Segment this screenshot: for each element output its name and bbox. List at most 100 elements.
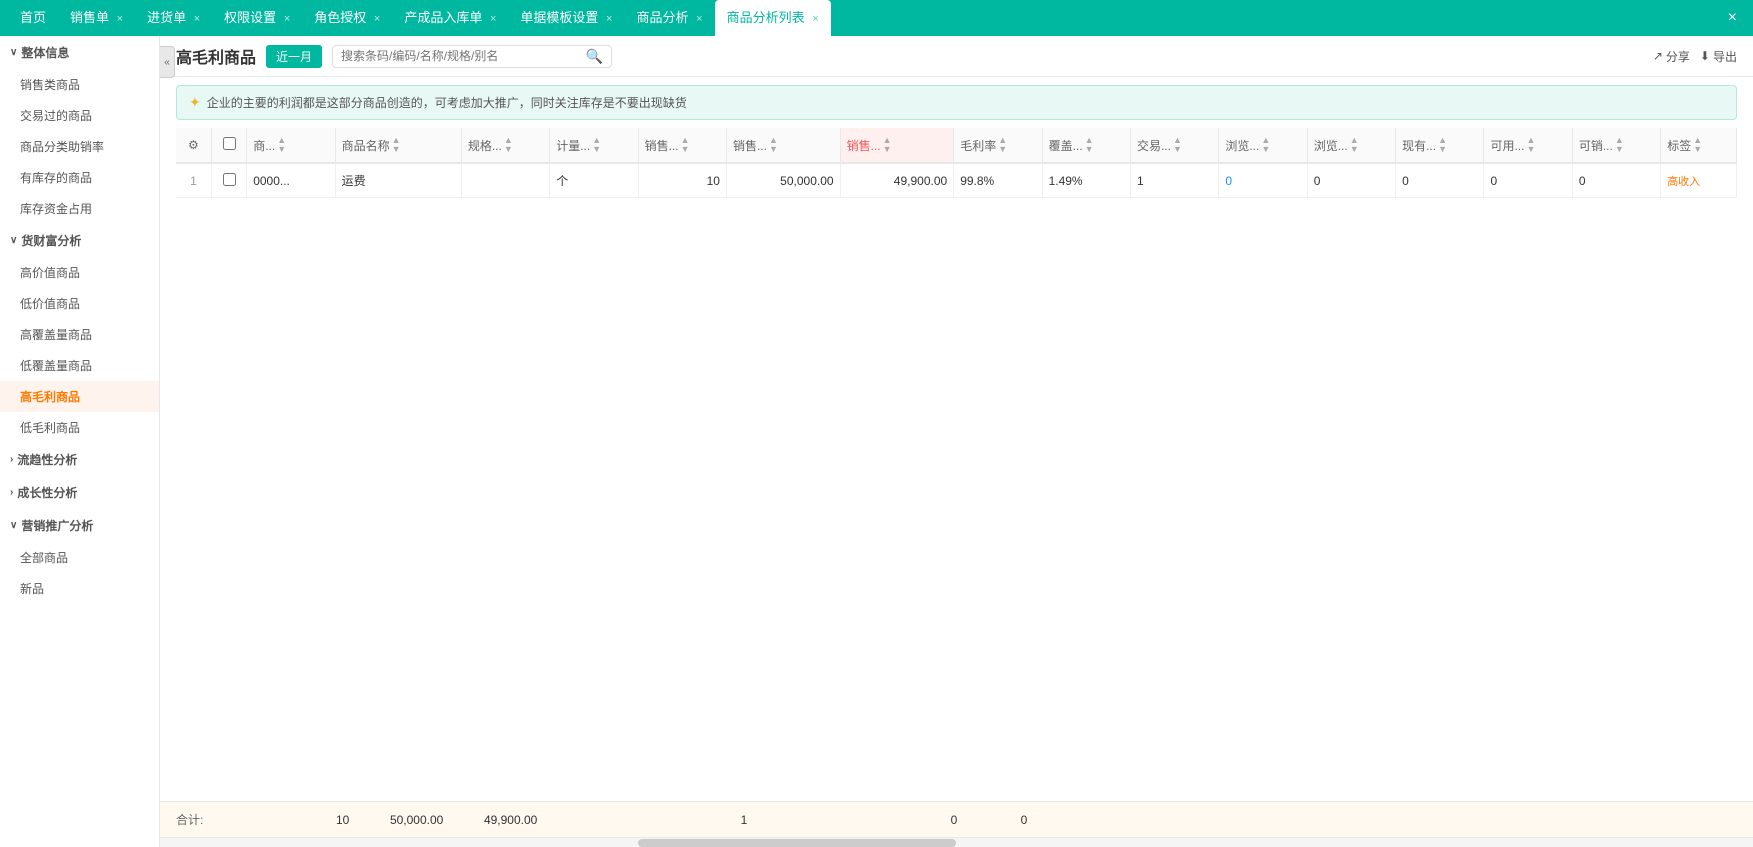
cell-current-stock: 0 [1396, 163, 1484, 198]
cell-views1[interactable]: 0 [1219, 163, 1307, 198]
col-unit[interactable]: 计量... ▲▼ [550, 128, 638, 163]
nav-purchase-order[interactable]: 进货单 × [135, 0, 212, 36]
col-current-stock[interactable]: 现有... ▲▼ [1396, 128, 1484, 163]
col-gross-margin[interactable]: 毛利率 ▲▼ [954, 128, 1042, 163]
nav-template-close[interactable]: × [606, 13, 612, 25]
col-settings[interactable]: ⚙ [176, 128, 211, 163]
share-icon: ↗ [1653, 49, 1663, 63]
nav-roles[interactable]: 角色授权 × [302, 0, 392, 36]
header-actions: ↗ 分享 ⬇ 导出 [1653, 48, 1737, 65]
section-wealth-label: 货财富分析 [21, 232, 81, 249]
sidebar-collapse-button[interactable]: « [160, 46, 175, 78]
nav-purchase-order-close[interactable]: × [194, 13, 200, 25]
section-wealth-arrow: ∨ [10, 235, 17, 246]
col-code[interactable]: 商... ▲▼ [247, 128, 335, 163]
section-overall-label: 整体信息 [21, 44, 69, 61]
cell-available-stock: 0 [1484, 163, 1572, 198]
col-available-stock[interactable]: 可用... ▲▼ [1484, 128, 1572, 163]
cell-checkbox[interactable] [211, 163, 246, 198]
search-icon[interactable]: 🔍 [586, 48, 603, 65]
col-spec[interactable]: 规格... ▲▼ [461, 128, 549, 163]
export-button[interactable]: ⬇ 导出 [1700, 48, 1737, 65]
nav-permissions-close[interactable]: × [284, 13, 290, 25]
col-sales-amount[interactable]: 销售... ▲▼ [726, 128, 840, 163]
scrollbar-thumb[interactable] [638, 839, 957, 847]
select-all-checkbox[interactable] [223, 137, 236, 150]
nav-product-inbound-close[interactable]: × [490, 13, 496, 25]
sidebar-item-new-goods[interactable]: 新品 [0, 573, 159, 604]
cell-code: 0000... [247, 163, 335, 198]
nav-product-analysis[interactable]: 商品分析 × [624, 0, 714, 36]
nav-product-analysis-list-close[interactable]: × [812, 13, 818, 25]
search-box: 🔍 [332, 45, 612, 68]
cell-coverage: 1.49% [1042, 163, 1130, 198]
sidebar-section-flow[interactable]: › 流趋性分析 [0, 443, 159, 476]
sidebar-item-category-sales-rate[interactable]: 商品分类助销率 [0, 131, 159, 162]
section-flow-arrow: › [10, 454, 13, 465]
sidebar-item-sales-goods[interactable]: 销售类商品 [0, 69, 159, 100]
nav-product-analysis-list[interactable]: 商品分析列表 × [715, 0, 831, 36]
sidebar-item-in-stock-goods[interactable]: 有库存的商品 [0, 162, 159, 193]
search-input[interactable] [341, 49, 586, 63]
footer-total: 合计: 10 50,000.00 49,900.00 1 0 0 [160, 801, 1753, 837]
sidebar-section-overall[interactable]: ∨ 整体信息 [0, 36, 159, 69]
sidebar-item-traded-goods[interactable]: 交易过的商品 [0, 100, 159, 131]
sidebar-item-low-margin[interactable]: 低毛利商品 [0, 412, 159, 443]
total-label: 合计: [176, 811, 203, 828]
sidebar-section-marketing[interactable]: ∨ 营销推广分析 [0, 509, 159, 542]
nav-close-all[interactable]: × [1720, 9, 1745, 27]
horizontal-scrollbar[interactable] [160, 837, 1753, 847]
sidebar-item-high-coverage[interactable]: 高覆盖量商品 [0, 319, 159, 350]
col-views1[interactable]: 浏览... ▲▼ [1219, 128, 1307, 163]
cell-index: 1 [176, 163, 211, 198]
nav-roles-close[interactable]: × [374, 13, 380, 25]
nav-permissions[interactable]: 权限设置 × [212, 0, 302, 36]
col-transactions[interactable]: 交易... ▲▼ [1130, 128, 1218, 163]
sidebar-item-all-goods[interactable]: 全部商品 [0, 542, 159, 573]
views1-link[interactable]: 0 [1225, 174, 1232, 188]
share-button[interactable]: ↗ 分享 [1653, 48, 1690, 65]
info-icon: ✦ [189, 94, 201, 111]
section-marketing-arrow: ∨ [10, 520, 17, 531]
nav-product-analysis-close[interactable]: × [696, 13, 702, 25]
section-growth-arrow: › [10, 487, 13, 498]
footer-current-stock: 0 [887, 813, 957, 827]
cell-name: 运费 [335, 163, 461, 198]
nav-sales-order-close[interactable]: × [117, 13, 123, 25]
export-icon: ⬇ [1700, 49, 1710, 63]
sidebar-item-low-value[interactable]: 低价值商品 [0, 288, 159, 319]
page-title: 高毛利商品 [176, 44, 256, 68]
sidebar-item-stock-capital[interactable]: 库存资金占用 [0, 193, 159, 224]
col-sales-profit[interactable]: 销售... ▲▼ [840, 128, 954, 163]
cell-unit: 个 [550, 163, 638, 198]
col-sellable-stock[interactable]: 可销... ▲▼ [1572, 128, 1660, 163]
cell-sales-qty: 10 [638, 163, 726, 198]
time-filter-button[interactable]: 近一月 [266, 45, 322, 68]
cell-transactions: 1 [1130, 163, 1218, 198]
col-checkbox[interactable] [211, 128, 246, 163]
footer-sales-qty: 10 [279, 813, 349, 827]
cell-gross-margin: 99.8% [954, 163, 1042, 198]
nav-product-inbound[interactable]: 产成品入库单 × [392, 0, 508, 36]
col-sales-qty[interactable]: 销售... ▲▼ [638, 128, 726, 163]
row-checkbox[interactable] [223, 173, 236, 186]
tag-label: 高收入 [1667, 176, 1700, 188]
footer-sales-profit: 49,900.00 [447, 813, 537, 827]
nav-home[interactable]: 首页 [8, 0, 58, 36]
col-name[interactable]: 商品名称 ▲▼ [335, 128, 461, 163]
footer-cells: 10 50,000.00 49,900.00 1 0 0 [219, 813, 1737, 827]
footer-sales-amount: 50,000.00 [353, 813, 443, 827]
sidebar-item-high-value[interactable]: 高价值商品 [0, 257, 159, 288]
footer-spacer4 [747, 813, 817, 827]
sidebar-item-high-margin[interactable]: 高毛利商品 [0, 381, 159, 412]
footer-spacer3 [607, 813, 677, 827]
sidebar-item-low-coverage[interactable]: 低覆盖量商品 [0, 350, 159, 381]
nav-template-settings[interactable]: 单据模板设置 × [508, 0, 624, 36]
nav-sales-order[interactable]: 销售单 × [58, 0, 135, 36]
section-flow-label: 流趋性分析 [17, 451, 77, 468]
col-tag[interactable]: 标签 ▲▼ [1661, 128, 1737, 163]
sidebar-section-growth[interactable]: › 成长性分析 [0, 476, 159, 509]
sidebar-section-wealth[interactable]: ∨ 货财富分析 [0, 224, 159, 257]
col-coverage[interactable]: 覆盖... ▲▼ [1042, 128, 1130, 163]
col-views2[interactable]: 浏览... ▲▼ [1307, 128, 1395, 163]
